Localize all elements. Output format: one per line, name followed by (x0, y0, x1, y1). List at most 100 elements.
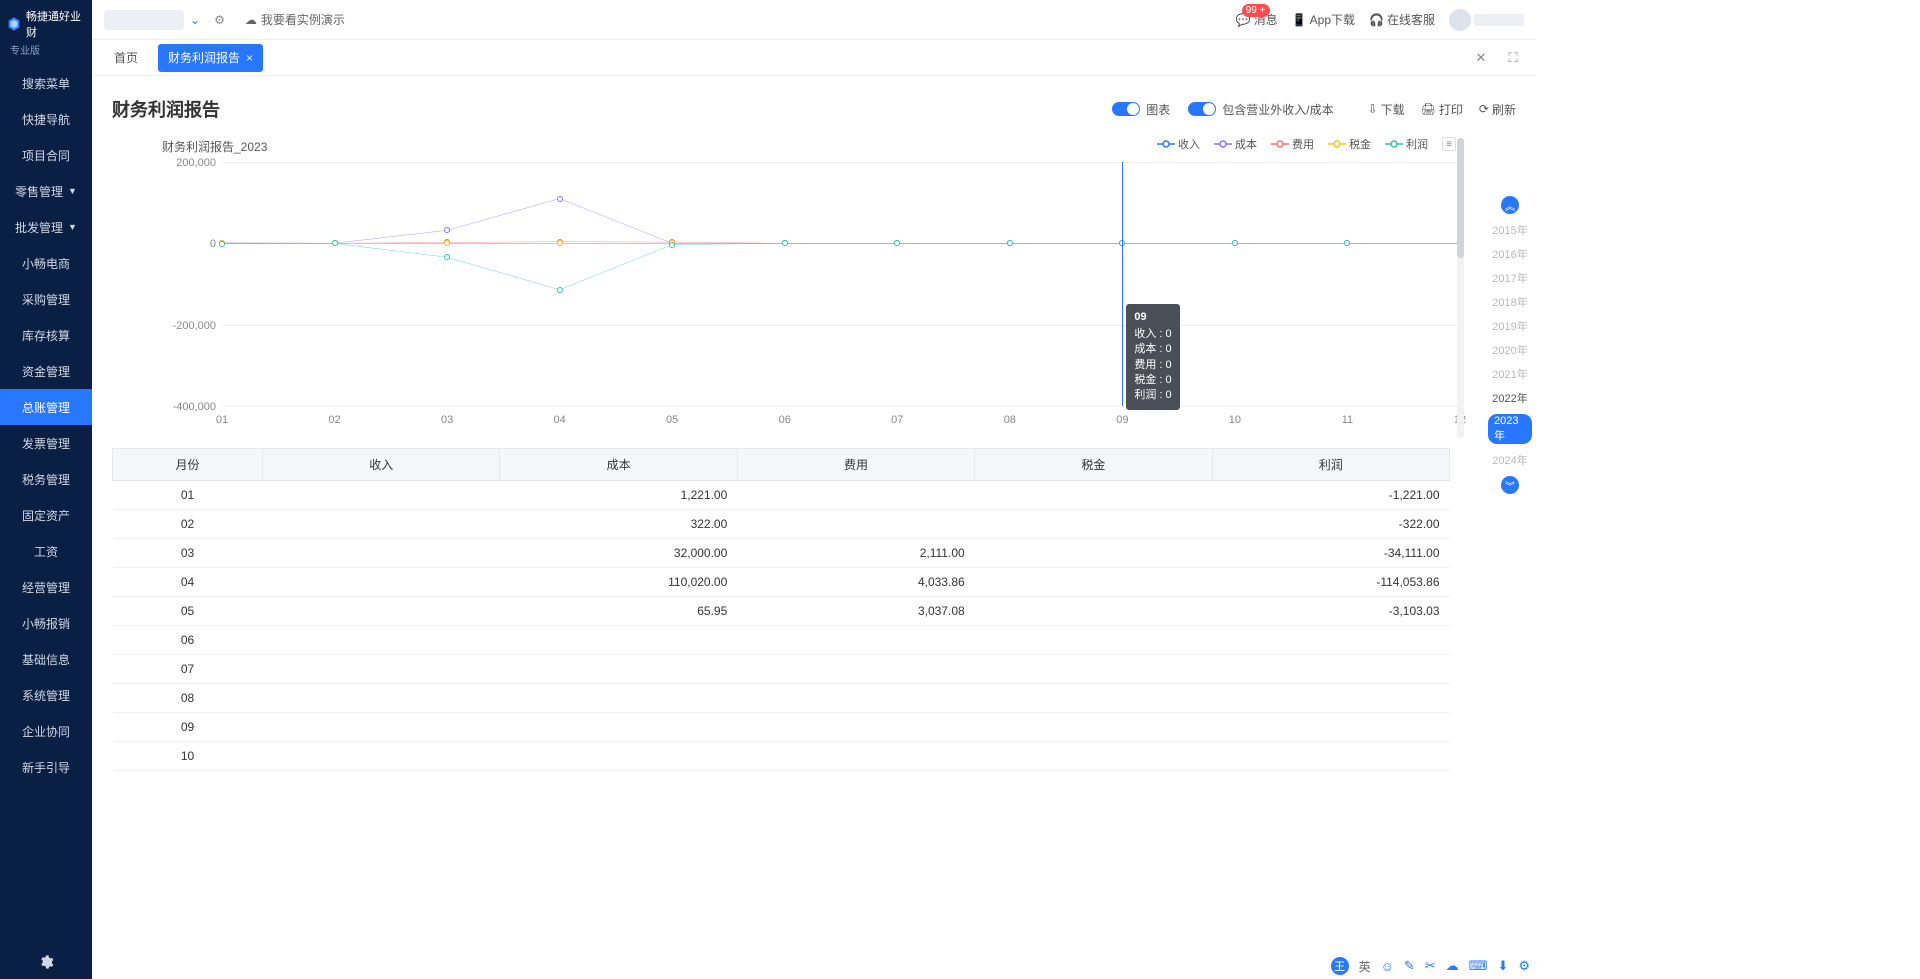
demo-label: 我要看实例演示 (261, 11, 345, 28)
x-axis-label: 03 (441, 414, 453, 426)
legend-item[interactable]: 税金 (1328, 136, 1371, 152)
table-row: 011,221.00-1,221.00 (113, 481, 1450, 510)
content-area: 财务利润报告 图表 包含营业外收入/成本 ⇩下载 🖨打印 ⟳刷新 财务利润报告_… (92, 76, 1536, 979)
sidebar-item[interactable]: 经营管理 (0, 569, 92, 605)
chart-toggle[interactable] (1112, 102, 1140, 116)
chart-panel: 财务利润报告_2023 收入成本费用税金利润≡ 200,0000-200,000… (112, 132, 1516, 442)
sidebar-item[interactable]: 批发管理▼ (0, 209, 92, 245)
user-menu[interactable] (1449, 9, 1524, 31)
ime-lang[interactable]: 英 (1359, 958, 1371, 975)
y-axis-label: -400,000 (173, 401, 222, 413)
year-option[interactable]: 2019年 (1492, 318, 1527, 334)
legend-item[interactable]: 费用 (1271, 136, 1314, 152)
demo-link[interactable]: ☁ 我要看实例演示 (245, 11, 345, 28)
x-axis-label: 05 (666, 414, 678, 426)
year-option[interactable]: 2018年 (1492, 294, 1527, 310)
page-header: 财务利润报告 图表 包含营业外收入/成本 ⇩下载 🖨打印 ⟳刷新 (112, 92, 1516, 126)
sidebar-item[interactable]: 系统管理 (0, 677, 92, 713)
year-option[interactable]: 2021年 (1492, 366, 1527, 382)
table-header: 月份 (113, 449, 263, 481)
sidebar-item[interactable]: 固定资产 (0, 497, 92, 533)
sidebar-item[interactable]: 项目合同 (0, 137, 92, 173)
sidebar-item[interactable]: 库存核算 (0, 317, 92, 353)
org-selector[interactable]: ⌄ ⚙ (104, 10, 225, 30)
sidebar-item[interactable]: 工资 (0, 533, 92, 569)
year-option[interactable]: 2016年 (1492, 246, 1527, 262)
legend-item[interactable]: 成本 (1214, 136, 1257, 152)
sidebar-item[interactable]: 资金管理 (0, 353, 92, 389)
year-prev-button[interactable]: ︽ (1501, 196, 1519, 214)
chart-scrollbar[interactable] (1457, 138, 1464, 438)
ime-scissor-icon[interactable]: ✂ (1425, 958, 1436, 974)
legend-more-button[interactable]: ≡ (1442, 137, 1456, 151)
app-download-button[interactable]: 📱 App下载 (1292, 11, 1355, 28)
headset-icon: 🎧 (1369, 13, 1384, 27)
scroll-thumb[interactable] (1457, 138, 1464, 258)
refresh-button[interactable]: ⟳刷新 (1479, 101, 1516, 118)
sidebar-item[interactable]: 快捷导航 (0, 101, 92, 137)
table-header: 利润 (1212, 449, 1449, 481)
year-option[interactable]: 2015年 (1492, 222, 1527, 238)
sidebar-item[interactable]: 总账管理 (0, 389, 92, 425)
chevron-down-icon: ▼ (68, 222, 77, 232)
year-option[interactable]: 2023年 (1488, 414, 1532, 444)
x-axis-label: 01 (216, 414, 228, 426)
refresh-icon: ⟳ (1479, 102, 1489, 116)
sidebar-item[interactable]: 发票管理 (0, 425, 92, 461)
sidebar-item[interactable]: 小畅报销 (0, 605, 92, 641)
nonop-toggle[interactable] (1188, 102, 1216, 116)
ime-smile-icon[interactable]: ☺ (1381, 959, 1394, 974)
fullscreen-button[interactable]: ⛶ (1502, 50, 1524, 66)
sidebar-item[interactable]: 小畅电商 (0, 245, 92, 281)
table-row: 06 (113, 626, 1450, 655)
legend-item[interactable]: 收入 (1157, 136, 1200, 152)
sidebar-item[interactable]: 税务管理 (0, 461, 92, 497)
year-option[interactable]: 2022年 (1492, 390, 1527, 406)
chart-crosshair (1122, 162, 1123, 406)
chevron-down-icon: ⌄ (190, 13, 200, 27)
table-header: 费用 (737, 449, 974, 481)
print-button[interactable]: 🖨打印 (1421, 101, 1463, 118)
ime-cloud-icon[interactable]: ☁ (1446, 958, 1459, 974)
messages-button[interactable]: 99 + 💬 消息 (1236, 11, 1278, 28)
tab-report[interactable]: 财务利润报告 × (158, 44, 263, 72)
chart-plot[interactable]: 200,0000-200,000-400,0000102030405060708… (222, 162, 1460, 406)
x-axis-label: 09 (1116, 414, 1128, 426)
y-axis-label: 200,000 (176, 157, 222, 169)
year-option[interactable]: 2020年 (1492, 342, 1527, 358)
sidebar-settings[interactable] (0, 945, 92, 979)
year-next-button[interactable]: ︾ (1501, 476, 1519, 494)
year-option[interactable]: 2017年 (1492, 270, 1527, 286)
ime-edit-icon[interactable]: ✎ (1404, 958, 1415, 974)
x-axis-label: 06 (779, 414, 791, 426)
download-icon: ⇩ (1368, 102, 1378, 116)
sidebar-item[interactable]: 新手引导 (0, 749, 92, 785)
sidebar-item[interactable]: 搜索菜单 (0, 65, 92, 101)
close-all-tabs-button[interactable]: ✕ (1470, 50, 1492, 66)
ime-drop-icon[interactable]: ⬇ (1497, 958, 1508, 974)
close-icon[interactable]: × (246, 51, 253, 65)
gear-icon[interactable]: ⚙ (214, 13, 225, 27)
y-axis-label: -200,000 (173, 320, 222, 332)
ime-keyboard-icon[interactable]: ⌨ (1469, 958, 1488, 974)
data-table: 月份收入成本费用税金利润 011,221.00-1,221.0002322.00… (112, 448, 1450, 771)
table-header: 成本 (500, 449, 737, 481)
org-name-placeholder (104, 10, 184, 30)
x-axis-label: 10 (1229, 414, 1241, 426)
sidebar-item[interactable]: 基础信息 (0, 641, 92, 677)
ime-gear-icon[interactable]: ⚙ (1518, 958, 1530, 974)
legend-item[interactable]: 利润 (1385, 136, 1428, 152)
page-title: 财务利润报告 (112, 96, 220, 122)
table-header: 税金 (975, 449, 1212, 481)
sidebar-item[interactable]: 采购管理 (0, 281, 92, 317)
sidebar-item[interactable]: 零售管理▼ (0, 173, 92, 209)
table-row: 08 (113, 684, 1450, 713)
ime-engine-icon[interactable]: 王 (1331, 957, 1349, 975)
year-option[interactable]: 2024年 (1492, 452, 1527, 468)
download-button[interactable]: ⇩下载 (1368, 101, 1405, 118)
sidebar-item[interactable]: 企业协同 (0, 713, 92, 749)
online-service-button[interactable]: 🎧 在线客服 (1369, 11, 1435, 28)
tab-home[interactable]: 首页 (104, 44, 148, 72)
ime-bar: 王 英 ☺ ✎ ✂ ☁ ⌨ ⬇ ⚙ (1331, 957, 1530, 975)
table-row: 07 (113, 655, 1450, 684)
